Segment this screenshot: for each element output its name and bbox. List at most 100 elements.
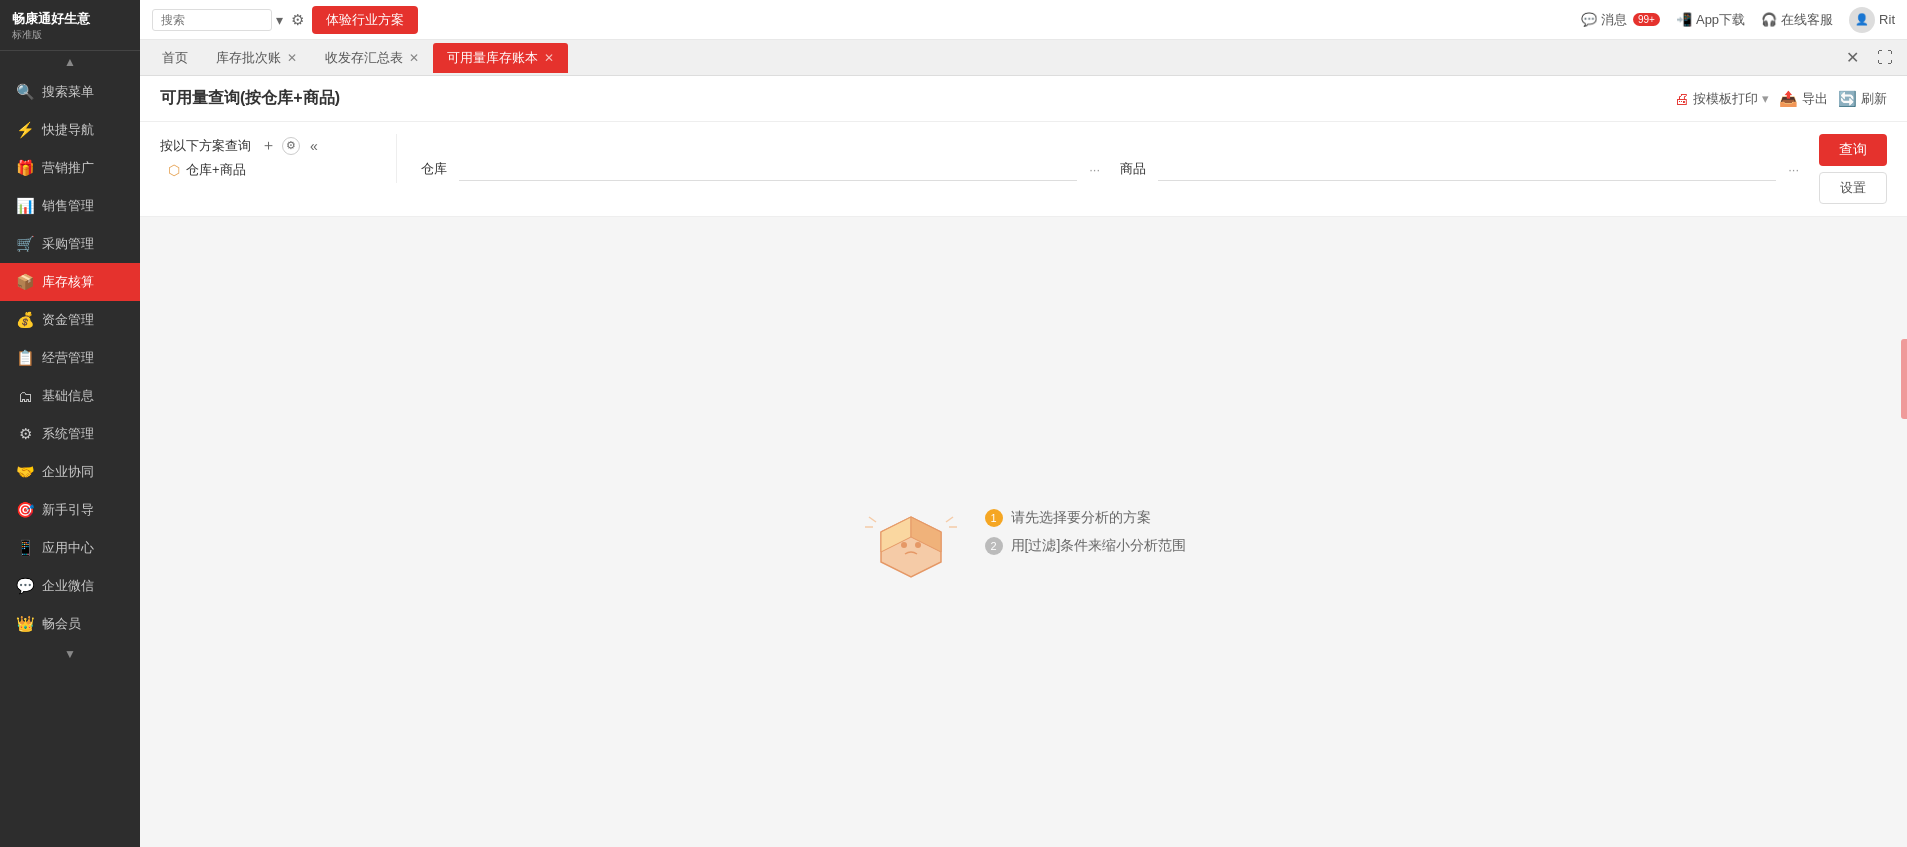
scroll-indicator[interactable] — [1901, 339, 1907, 419]
tab-batch-account-label: 库存批次账 — [216, 49, 281, 67]
message-button[interactable]: 💬 消息 99+ — [1581, 11, 1660, 29]
avatar: 👤 — [1849, 7, 1875, 33]
tab-batch-account[interactable]: 库存批次账 ✕ — [202, 43, 311, 73]
scheme-icon: ⬡ — [168, 162, 180, 178]
warehouse-field-group: 仓库 ··· — [421, 157, 1104, 181]
product-field-input[interactable] — [1158, 157, 1776, 181]
sidebar-item-purchase[interactable]: 🛒 采购管理 — [0, 225, 140, 263]
chart-icon: 📊 — [16, 197, 34, 215]
empty-state: 1 请先选择要分析的方案 2 用[过滤]条件来缩小分析范围 — [140, 217, 1907, 847]
sidebar-item-operations[interactable]: 📋 经营管理 — [0, 339, 140, 377]
svg-point-3 — [901, 542, 907, 548]
sidebar-item-inventory[interactable]: 📦 库存核算 — [0, 263, 140, 301]
tab-home[interactable]: 首页 — [148, 43, 202, 73]
sidebar-item-label-search: 搜索菜单 — [42, 83, 94, 101]
empty-illustration — [861, 482, 961, 582]
sidebar-item-search[interactable]: 🔍 搜索菜单 — [0, 73, 140, 111]
sidebar-item-label-member: 畅会员 — [42, 615, 81, 633]
tabs-bar: 首页 库存批次账 ✕ 收发存汇总表 ✕ 可用量库存账本 ✕ ✕ ⛶ — [140, 40, 1907, 76]
sidebar-item-app-center[interactable]: 📱 应用中心 — [0, 529, 140, 567]
tab-receipt-summary[interactable]: 收发存汇总表 ✕ — [311, 43, 433, 73]
tab-batch-account-close[interactable]: ✕ — [287, 51, 297, 65]
sidebar-item-system[interactable]: ⚙ 系统管理 — [0, 415, 140, 453]
topbar-search-area: ▾ — [152, 9, 283, 31]
warehouse-more-button[interactable]: ··· — [1085, 162, 1104, 177]
tab-receipt-summary-close[interactable]: ✕ — [409, 51, 419, 65]
tip-number-2: 2 — [985, 537, 1003, 555]
filter-area: 按以下方案查询 ＋ ⚙ « ⬡ 仓库+商品 仓库 — [140, 122, 1907, 217]
tab-receipt-summary-label: 收发存汇总表 — [325, 49, 403, 67]
empty-tip-1-text: 请先选择要分析的方案 — [1011, 509, 1151, 527]
export-button[interactable]: 📤 导出 — [1779, 90, 1828, 108]
sidebar-item-finance[interactable]: 💰 资金管理 — [0, 301, 140, 339]
sidebar-item-new-guide[interactable]: 🎯 新手引导 — [0, 491, 140, 529]
print-template-label: 按模板打印 — [1693, 90, 1758, 108]
sidebar-scroll-down[interactable]: ▼ — [0, 643, 140, 665]
sidebar-item-label-enterprise-coop: 企业协同 — [42, 463, 94, 481]
sidebar-item-member[interactable]: 👑 畅会员 — [0, 605, 140, 643]
online-service-label: 在线客服 — [1781, 11, 1833, 29]
collapse-filter-button[interactable]: « — [304, 136, 324, 156]
close-tab-button[interactable]: ✕ — [1840, 46, 1865, 69]
tip-number-1: 1 — [985, 509, 1003, 527]
print-dropdown-icon[interactable]: ▾ — [1762, 91, 1769, 106]
headset-icon: 🎧 — [1761, 12, 1777, 27]
topbar-dropdown-icon[interactable]: ▾ — [276, 12, 283, 28]
online-service-button[interactable]: 🎧 在线客服 — [1761, 11, 1833, 29]
money-icon: 💰 — [16, 311, 34, 329]
scheme-item-warehouse-product[interactable]: ⬡ 仓库+商品 — [160, 157, 380, 183]
folder-icon: 🗂 — [16, 388, 34, 405]
message-icon: 💬 — [1581, 12, 1597, 27]
gift-icon: 🎁 — [16, 159, 34, 177]
query-button[interactable]: 查询 — [1819, 134, 1887, 166]
industry-solution-button[interactable]: 体验行业方案 — [312, 6, 418, 34]
sidebar-item-enterprise-wechat[interactable]: 💬 企业微信 — [0, 567, 140, 605]
user-profile[interactable]: 👤 Rit — [1849, 7, 1895, 33]
empty-tips: 1 请先选择要分析的方案 2 用[过滤]条件来缩小分析范围 — [985, 509, 1187, 555]
main-content: ▾ ⚙ 体验行业方案 💬 消息 99+ 📲 App下载 🎧 在线客服 👤 Rit — [140, 0, 1907, 847]
brand-edition: 标准版 — [12, 28, 128, 42]
app-download-button[interactable]: 📲 App下载 — [1676, 11, 1745, 29]
tab-available-qty-close[interactable]: ✕ — [544, 51, 554, 65]
sidebar-item-label-app-center: 应用中心 — [42, 539, 94, 557]
topbar-gear-icon[interactable]: ⚙ — [291, 11, 304, 29]
sidebar-scroll-up[interactable]: ▲ — [0, 51, 140, 73]
page-header: 可用量查询(按仓库+商品) 🖨 按模板打印 ▾ 📤 导出 🔄 刷新 — [140, 76, 1907, 122]
sidebar-item-sales[interactable]: 📊 销售管理 — [0, 187, 140, 225]
expand-tab-button[interactable]: ⛶ — [1871, 47, 1899, 69]
product-more-button[interactable]: ··· — [1784, 162, 1803, 177]
message-badge: 99+ — [1633, 13, 1660, 26]
sidebar-item-label-enterprise-wechat: 企业微信 — [42, 577, 94, 595]
print-icon: 🖨 — [1674, 90, 1689, 107]
add-scheme-button[interactable]: ＋ — [259, 134, 278, 157]
refresh-label: 刷新 — [1861, 90, 1887, 108]
topbar-search-input[interactable] — [152, 9, 272, 31]
refresh-button[interactable]: 🔄 刷新 — [1838, 90, 1887, 108]
manage-scheme-button[interactable]: ⚙ — [282, 137, 300, 155]
topbar-right: 💬 消息 99+ 📲 App下载 🎧 在线客服 👤 Rit — [1581, 7, 1895, 33]
sidebar-item-enterprise-coop[interactable]: 🤝 企业协同 — [0, 453, 140, 491]
warehouse-field-label: 仓库 — [421, 160, 451, 178]
sidebar-item-label-marketing: 营销推广 — [42, 159, 94, 177]
sidebar-item-basic-info[interactable]: 🗂 基础信息 — [0, 377, 140, 415]
refresh-icon: 🔄 — [1838, 90, 1857, 108]
svg-line-5 — [869, 517, 876, 522]
box-icon: 📦 — [16, 273, 34, 291]
sidebar-item-shortcut[interactable]: ⚡ 快捷导航 — [0, 111, 140, 149]
sidebar: 畅康通好生意 标准版 ▲ 🔍 搜索菜单 ⚡ 快捷导航 🎁 营销推广 📊 销售管理… — [0, 0, 140, 847]
filter-section-label: 按以下方案查询 — [160, 137, 251, 155]
sidebar-item-label-operations: 经营管理 — [42, 349, 94, 367]
tab-available-qty[interactable]: 可用量库存账本 ✕ — [433, 43, 568, 73]
export-label: 导出 — [1802, 90, 1828, 108]
settings-button[interactable]: 设置 — [1819, 172, 1887, 204]
sidebar-item-marketing[interactable]: 🎁 营销推广 — [0, 149, 140, 187]
lightning-icon: ⚡ — [16, 121, 34, 139]
print-template-button[interactable]: 🖨 按模板打印 ▾ — [1674, 90, 1769, 108]
filter-scheme-header: 按以下方案查询 ＋ ⚙ « — [160, 134, 380, 157]
crown-icon: 👑 — [16, 615, 34, 633]
page-actions: 🖨 按模板打印 ▾ 📤 导出 🔄 刷新 — [1674, 90, 1887, 108]
filter-icon-group: ＋ ⚙ « — [259, 134, 324, 157]
sidebar-item-label-sales: 销售管理 — [42, 197, 94, 215]
warehouse-field-input[interactable] — [459, 157, 1077, 181]
sidebar-item-label-system: 系统管理 — [42, 425, 94, 443]
